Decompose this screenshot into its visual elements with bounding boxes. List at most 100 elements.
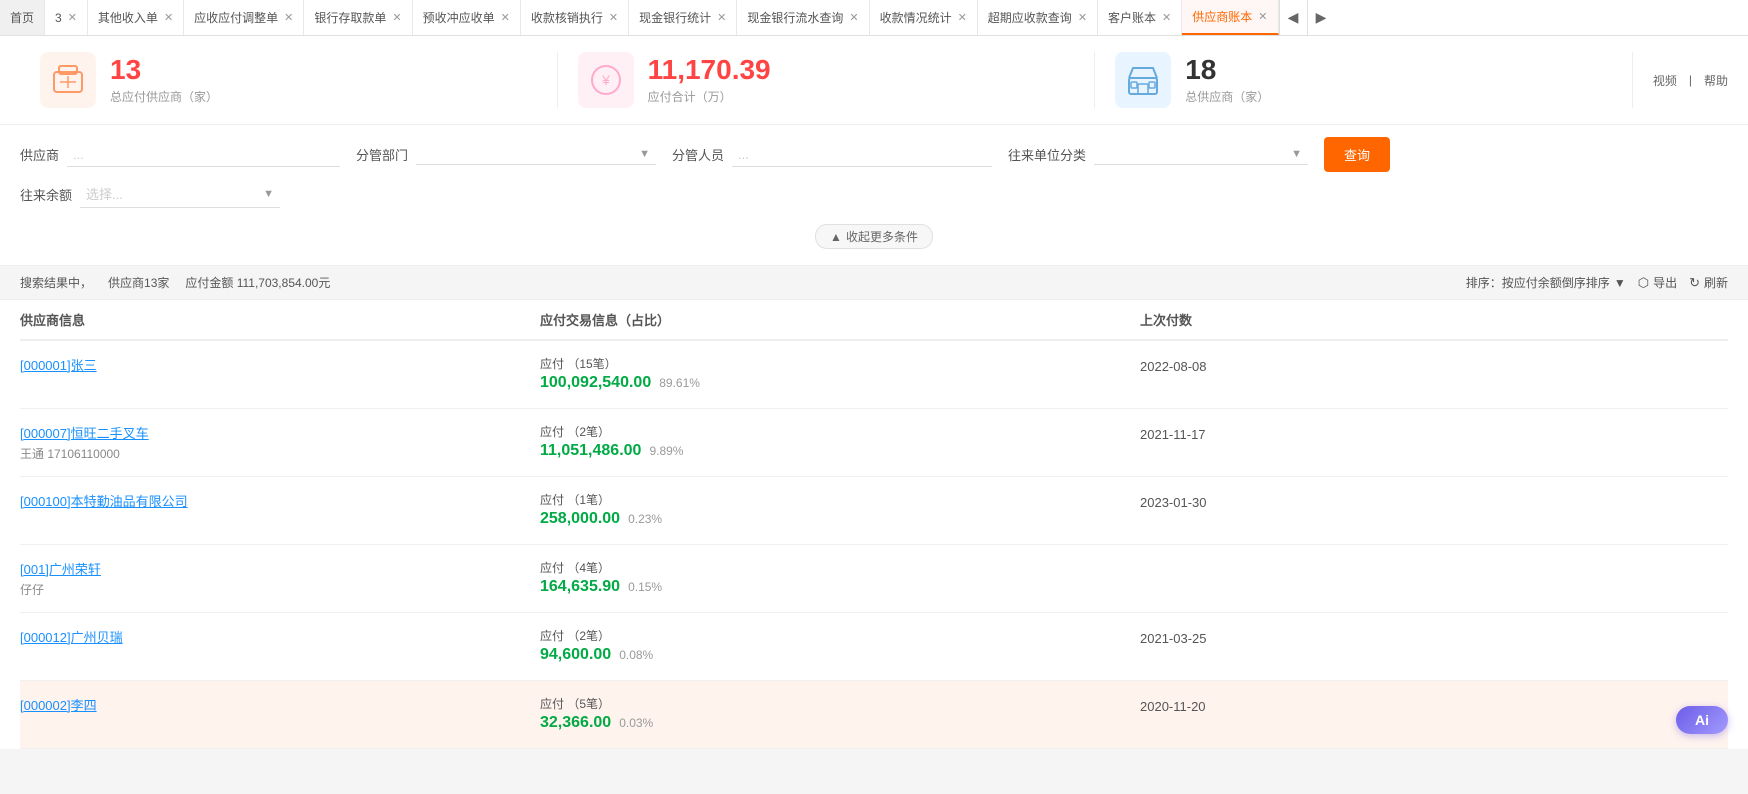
sort-select[interactable]: 排序：按应付余额倒序排序 ▼ (1466, 274, 1626, 291)
supplier-link-2[interactable]: [000007]恒旺二手叉车 (20, 426, 149, 441)
close-tab-bank-deposit[interactable]: ✕ (392, 11, 401, 24)
total-suppliers-num: 18 (1185, 56, 1269, 84)
total-payable-suppliers-label: 总应付供应商（家） (110, 88, 218, 105)
person-filter-input[interactable] (732, 143, 992, 167)
tx-percent-3: 0.23% (628, 512, 662, 526)
supplier-link-3[interactable]: [000100]本特勤油品有限公司 (20, 494, 188, 509)
help-link[interactable]: 帮助 (1704, 72, 1728, 89)
ai-button[interactable]: Ai (1676, 706, 1728, 734)
summary-card-suppliers: 13 总应付供应商（家） (20, 52, 558, 108)
export-button[interactable]: ⬡ 导出 (1638, 274, 1677, 291)
table-row: [000012]广州贝瑞 应付 （2笔） 94,600.00 0.08% 202… (20, 613, 1728, 681)
close-tab-other-income[interactable]: ✕ (164, 11, 173, 24)
nav-tab-ap-adjust[interactable]: 应收应付调整单 ✕ (184, 0, 304, 35)
video-link[interactable]: 视频 (1653, 72, 1677, 89)
close-tab-3[interactable]: ✕ (68, 11, 77, 24)
close-tab-cash-bank-flow[interactable]: ✕ (849, 11, 858, 24)
close-tab-supplier-account[interactable]: ✕ (1258, 10, 1267, 23)
category-dropdown-arrow: ▼ (1291, 148, 1302, 160)
tx-amount-6: 32,366.00 (540, 714, 611, 732)
last-pay-2: 2021-11-17 (1140, 423, 1728, 442)
balance-filter-select[interactable]: 选择... ▼ (80, 180, 280, 208)
refresh-icon: ↻ (1689, 275, 1700, 291)
supplier-filter-input[interactable] (67, 143, 340, 167)
balance-placeholder: 选择... (86, 184, 123, 203)
tx-info-4: 应付 （4笔） 164,635.90 0.15% (540, 559, 1140, 598)
col-tx-header: 应付交易信息（占比） (540, 310, 1140, 329)
dept-filter-label: 分管部门 (356, 145, 408, 164)
close-tab-ap-adjust[interactable]: ✕ (284, 11, 293, 24)
nav-tab-bank-deposit[interactable]: 银行存取款单 ✕ (304, 0, 412, 35)
supplier-link-5[interactable]: [000012]广州贝瑞 (20, 630, 123, 645)
balance-filter-label: 往来余额 (20, 185, 72, 204)
summary-card-payable: ¥ 11,170.39 应付合计（万） (558, 52, 1096, 108)
close-tab-advance-reconcile[interactable]: ✕ (501, 11, 510, 24)
supplier-info-4: [001]广州荣轩 仔仔 (20, 559, 540, 598)
nav-tab-cash-bank-flow[interactable]: 现金银行流水查询 ✕ (737, 0, 869, 35)
tx-info-3: 应付 （1笔） 258,000.00 0.23% (540, 491, 1140, 530)
filter-category: 往来单位分类 ▼ (1008, 144, 1308, 165)
collapse-button[interactable]: ▲ 收起更多条件 (815, 224, 933, 249)
summary-bar: 13 总应付供应商（家） ¥ 11,170.39 应付合计（万） (0, 36, 1748, 125)
nav-tab-home[interactable]: 首页 (0, 0, 45, 35)
close-tab-cash-bank-stat[interactable]: ✕ (717, 11, 726, 24)
tx-amount-2: 11,051,486.00 (540, 442, 641, 460)
table-header: 供应商信息 应付交易信息（占比） 上次付数 (20, 300, 1728, 341)
last-pay-3: 2023-01-30 (1140, 491, 1728, 510)
nav-tab-collection-stat[interactable]: 收款情况统计 ✕ (870, 0, 978, 35)
main-table: 供应商信息 应付交易信息（占比） 上次付数 [000001]张三 应付 （15笔… (0, 300, 1748, 749)
table-row: [000001]张三 应付 （15笔） 100,092,540.00 89.61… (20, 341, 1728, 409)
tx-amount-4: 164,635.90 (540, 578, 620, 596)
money-icon: ¥ (578, 52, 634, 108)
tx-info-1: 应付 （15笔） 100,092,540.00 89.61% (540, 355, 1140, 394)
close-tab-reconcile-exec[interactable]: ✕ (609, 11, 618, 24)
top-navigation: 首页 3 ✕ 其他收入单 ✕ 应收应付调整单 ✕ 银行存取款单 ✕ 预收冲应收单… (0, 0, 1748, 36)
tx-info-5: 应付 （2笔） 94,600.00 0.08% (540, 627, 1140, 666)
dept-filter-select[interactable]: ▼ (416, 144, 656, 165)
query-button[interactable]: 查询 (1324, 137, 1390, 172)
supplier-info-5: [000012]广州贝瑞 (20, 627, 540, 646)
filter-person: 分管人员 (672, 143, 992, 167)
close-tab-collection-stat[interactable]: ✕ (958, 11, 967, 24)
tx-percent-2: 9.89% (649, 444, 683, 458)
table-row: [000100]本特勤油品有限公司 应付 （1笔） 258,000.00 0.2… (20, 477, 1728, 545)
category-filter-select[interactable]: ▼ (1094, 144, 1308, 165)
collapse-text: 收起更多条件 (846, 228, 918, 245)
refresh-button[interactable]: ↻ 刷新 (1689, 274, 1728, 291)
last-pay-4 (1140, 559, 1728, 563)
tx-percent-6: 0.03% (619, 716, 653, 730)
tx-info-2: 应付 （2笔） 11,051,486.00 9.89% (540, 423, 1140, 462)
export-icon: ⬡ (1638, 275, 1649, 291)
collapse-bar: ▲ 收起更多条件 (20, 216, 1728, 253)
sort-arrow: ▼ (1614, 276, 1626, 290)
nav-tab-supplier-account[interactable]: 供应商账本 ✕ (1182, 0, 1278, 35)
total-payable-suppliers-num: 13 (110, 56, 218, 84)
nav-tab-3[interactable]: 3 ✕ (45, 0, 88, 35)
tx-amount-3: 258,000.00 (540, 510, 620, 528)
nav-tab-advance-reconcile[interactable]: 预收冲应收单 ✕ (413, 0, 521, 35)
nav-tab-reconcile-exec[interactable]: 收款核销执行 ✕ (521, 0, 629, 35)
nav-tab-cash-bank-stat[interactable]: 现金银行统计 ✕ (629, 0, 737, 35)
result-prefix: 搜索结果中， (20, 274, 92, 291)
close-tab-customer-account[interactable]: ✕ (1162, 11, 1171, 24)
tx-percent-4: 0.15% (628, 580, 662, 594)
close-tab-overdue-query[interactable]: ✕ (1078, 11, 1087, 24)
supplier-link-6[interactable]: [000002]李四 (20, 698, 97, 713)
supplier-link-4[interactable]: [001]广州荣轩 (20, 562, 101, 577)
person-filter-label: 分管人员 (672, 145, 724, 164)
nav-tab-other-income[interactable]: 其他收入单 ✕ (88, 0, 184, 35)
last-pay-6: 2020-11-20 (1140, 695, 1728, 714)
table-row: [001]广州荣轩 仔仔 应付 （4笔） 164,635.90 0.15% (20, 545, 1728, 613)
nav-next-arrow[interactable]: ▶ (1307, 0, 1335, 35)
supplier-filter-label: 供应商 (20, 145, 59, 164)
col-lastpay-header: 上次付数 (1140, 310, 1728, 329)
nav-prev-arrow[interactable]: ◀ (1279, 0, 1307, 35)
nav-tab-overdue-query[interactable]: 超期应收款查询 ✕ (978, 0, 1098, 35)
sort-label: 排序：按应付余额倒序排序 (1466, 274, 1610, 291)
svg-text:¥: ¥ (601, 72, 610, 88)
refresh-label: 刷新 (1704, 274, 1728, 291)
last-pay-1: 2022-08-08 (1140, 355, 1728, 374)
nav-tab-customer-account[interactable]: 客户账本 ✕ (1098, 0, 1182, 35)
supplier-link-1[interactable]: [000001]张三 (20, 358, 97, 373)
supplier-icon (40, 52, 96, 108)
